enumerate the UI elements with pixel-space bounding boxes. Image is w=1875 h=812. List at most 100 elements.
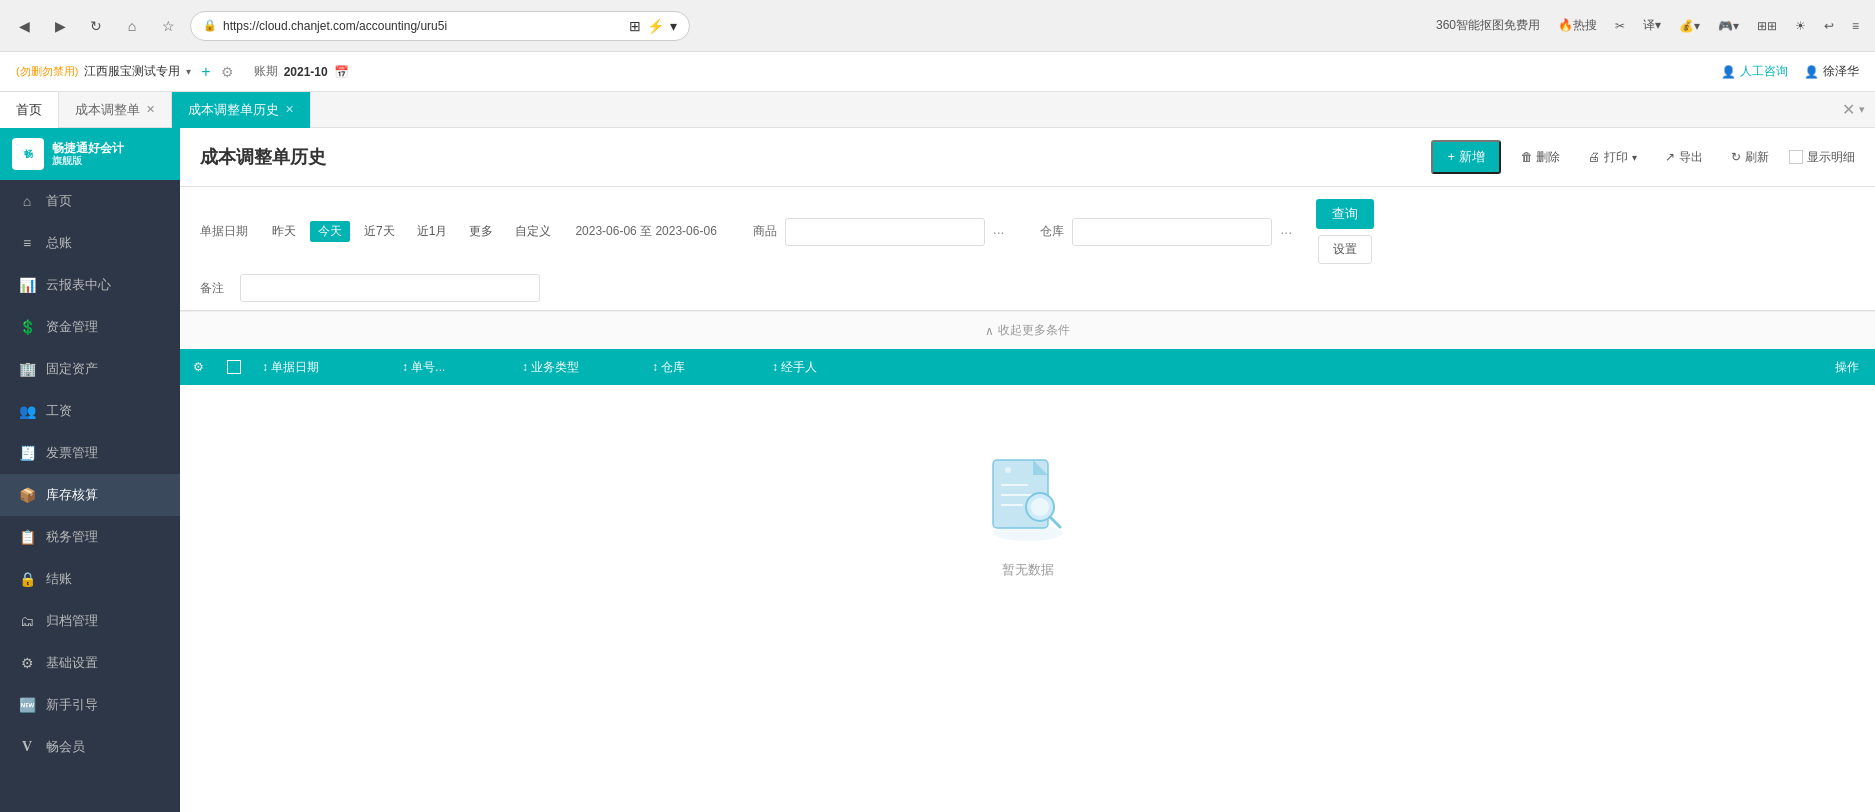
sidebar-item-invoice[interactable]: 🧾 发票管理	[0, 432, 180, 474]
user-profile[interactable]: 👤 徐泽华	[1804, 63, 1859, 80]
th-date[interactable]: ↕ 单据日期	[252, 359, 392, 376]
th-settings[interactable]: ⚙	[180, 360, 216, 374]
date-tab-yesterday[interactable]: 昨天	[264, 221, 304, 242]
add-company-btn[interactable]: +	[201, 63, 210, 81]
goods-more-btn[interactable]: ···	[993, 224, 1005, 240]
settings-icon[interactable]: ⚙	[221, 64, 234, 80]
sidebar-item-vip[interactable]: V 畅会员	[0, 726, 180, 768]
empty-state: 暂无数据	[180, 385, 1875, 639]
service-icon: 👤	[1721, 65, 1736, 79]
wallet-tool[interactable]: 💰▾	[1673, 17, 1706, 35]
company-selector[interactable]: (勿删勿禁用) 江西服宝测试专用 ▾ + ⚙	[16, 63, 234, 81]
translate-tool[interactable]: 译▾	[1637, 15, 1667, 36]
goods-filter-input[interactable]	[785, 218, 985, 246]
filter-settings-button[interactable]: 设置	[1318, 235, 1372, 264]
date-tab-7days[interactable]: 近7天	[356, 221, 403, 242]
calendar-icon[interactable]: 📅	[334, 65, 349, 79]
apps-icon[interactable]: ⊞	[629, 18, 641, 34]
empty-text: 暂无数据	[1002, 561, 1054, 579]
hot-search[interactable]: 🔥热搜	[1552, 15, 1603, 36]
tab-home-label: 首页	[16, 101, 42, 119]
tab-cost-adjust-close[interactable]: ✕	[146, 103, 155, 116]
date-tab-more[interactable]: 更多	[461, 221, 501, 242]
sidebar-item-archive[interactable]: 🗂 归档管理	[0, 600, 180, 642]
th-warehouse[interactable]: ↕ 仓库	[642, 359, 762, 376]
warehouse-more-btn[interactable]: ···	[1280, 224, 1292, 240]
sidebar-item-funds[interactable]: 💲 资金管理	[0, 306, 180, 348]
menu-tool[interactable]: ≡	[1846, 17, 1865, 35]
sidebar-item-invoice-label: 发票管理	[46, 444, 98, 462]
refresh-button[interactable]: ↻	[82, 12, 110, 40]
tab-cost-adjust-history[interactable]: 成本调整单历史 ✕	[172, 92, 311, 128]
user-name-text: 徐泽华	[1823, 63, 1859, 80]
header-checkbox[interactable]	[227, 360, 241, 374]
sidebar-item-tax[interactable]: 📋 税务管理	[0, 516, 180, 558]
tab-cost-adjust-history-close[interactable]: ✕	[285, 103, 294, 116]
sidebar-item-ledger[interactable]: ≡ 总账	[0, 222, 180, 264]
print-label: 打印	[1604, 149, 1628, 166]
sidebar-item-ledger-label: 总账	[46, 234, 72, 252]
home-icon: ⌂	[18, 193, 36, 209]
th-type[interactable]: ↕ 业务类型	[512, 359, 642, 376]
query-button[interactable]: 查询	[1316, 199, 1374, 229]
ai-tool[interactable]: 360智能抠图免费用	[1430, 15, 1546, 36]
star-button[interactable]: ☆	[154, 12, 182, 40]
sidebar-item-settings[interactable]: ⚙ 基础设置	[0, 642, 180, 684]
column-settings-icon[interactable]: ⚙	[193, 360, 204, 374]
tab-home[interactable]: 首页	[0, 92, 59, 128]
new-button[interactable]: + 新增	[1431, 140, 1500, 174]
game-tool[interactable]: 🎮▾	[1712, 17, 1745, 35]
address-bar[interactable]: 🔒 https://cloud.chanjet.com/accounting/u…	[190, 11, 690, 41]
filter-row-2: 备注	[200, 274, 1855, 302]
th-checkbox[interactable]	[216, 360, 252, 374]
sidebar-item-guide[interactable]: 🆕 新手引导	[0, 684, 180, 726]
remark-filter-input[interactable]	[240, 274, 540, 302]
archive-icon: 🗂	[18, 613, 36, 629]
logo-name: 畅捷通好会计	[52, 141, 124, 155]
tab-menu-icon[interactable]: ▾	[1859, 103, 1865, 116]
export-button[interactable]: ↗ 导出	[1657, 145, 1711, 170]
reports-icon: 📊	[18, 277, 36, 293]
warehouse-filter-label: 仓库	[1040, 223, 1064, 240]
print-dropdown-icon[interactable]: ▾	[1632, 152, 1637, 163]
inventory-icon: 📦	[18, 487, 36, 503]
forward-button[interactable]: ▶	[46, 12, 74, 40]
sidebar-item-inventory[interactable]: 📦 库存核算	[0, 474, 180, 516]
sidebar-item-fixed-assets-label: 固定资产	[46, 360, 98, 378]
sidebar-item-fixed-assets[interactable]: 🏢 固定资产	[0, 348, 180, 390]
th-number[interactable]: ↕ 单号...	[392, 359, 512, 376]
print-button[interactable]: 🖨 打印 ▾	[1580, 145, 1645, 170]
tab-close-all[interactable]: ✕	[1842, 100, 1855, 119]
show-cols-checkbox[interactable]	[1789, 150, 1803, 164]
back-button[interactable]: ◀	[10, 12, 38, 40]
sidebar-item-salary[interactable]: 👥 工资	[0, 390, 180, 432]
show-cols-toggle[interactable]: 显示明细	[1789, 149, 1855, 166]
app-logo[interactable]: 畅 畅捷通好会计 旗舰版	[0, 128, 180, 180]
undo-tool[interactable]: ↩	[1818, 17, 1840, 35]
customer-service[interactable]: 👤 人工咨询	[1721, 63, 1788, 80]
scissors-tool[interactable]: ✂	[1609, 17, 1631, 35]
sidebar-item-closing[interactable]: 🔒 结账	[0, 558, 180, 600]
th-handler[interactable]: ↕ 经手人	[762, 359, 882, 376]
guide-icon: 🆕	[18, 697, 36, 713]
date-range-display: 2023-06-06 至 2023-06-06	[575, 223, 716, 240]
refresh-button[interactable]: ↻ 刷新	[1723, 145, 1777, 170]
delete-button[interactable]: 🗑 删除	[1513, 145, 1568, 170]
sidebar-item-reports[interactable]: 📊 云报表中心	[0, 264, 180, 306]
grid-tool[interactable]: ⊞⊞	[1751, 17, 1783, 35]
dropdown-icon[interactable]: ▾	[670, 18, 677, 34]
date-tab-custom[interactable]: 自定义	[507, 221, 559, 242]
tab-cost-adjust[interactable]: 成本调整单 ✕	[59, 92, 172, 128]
date-tab-today[interactable]: 今天	[310, 221, 350, 242]
collapse-button[interactable]: ∧ 收起更多条件	[969, 318, 1086, 343]
warehouse-filter-input[interactable]	[1072, 218, 1272, 246]
date-tab-1month[interactable]: 近1月	[409, 221, 456, 242]
brightness-tool[interactable]: ☀	[1789, 17, 1812, 35]
sidebar-item-home[interactable]: ⌂ 首页	[0, 180, 180, 222]
lightning-icon[interactable]: ⚡	[647, 18, 664, 34]
home-button[interactable]: ⌂	[118, 12, 146, 40]
th-type-label: ↕ 业务类型	[522, 359, 579, 376]
company-dropdown-icon[interactable]: ▾	[186, 66, 191, 77]
th-handler-label: ↕ 经手人	[772, 359, 817, 376]
header-right: 👤 人工咨询 👤 徐泽华	[1721, 63, 1859, 80]
